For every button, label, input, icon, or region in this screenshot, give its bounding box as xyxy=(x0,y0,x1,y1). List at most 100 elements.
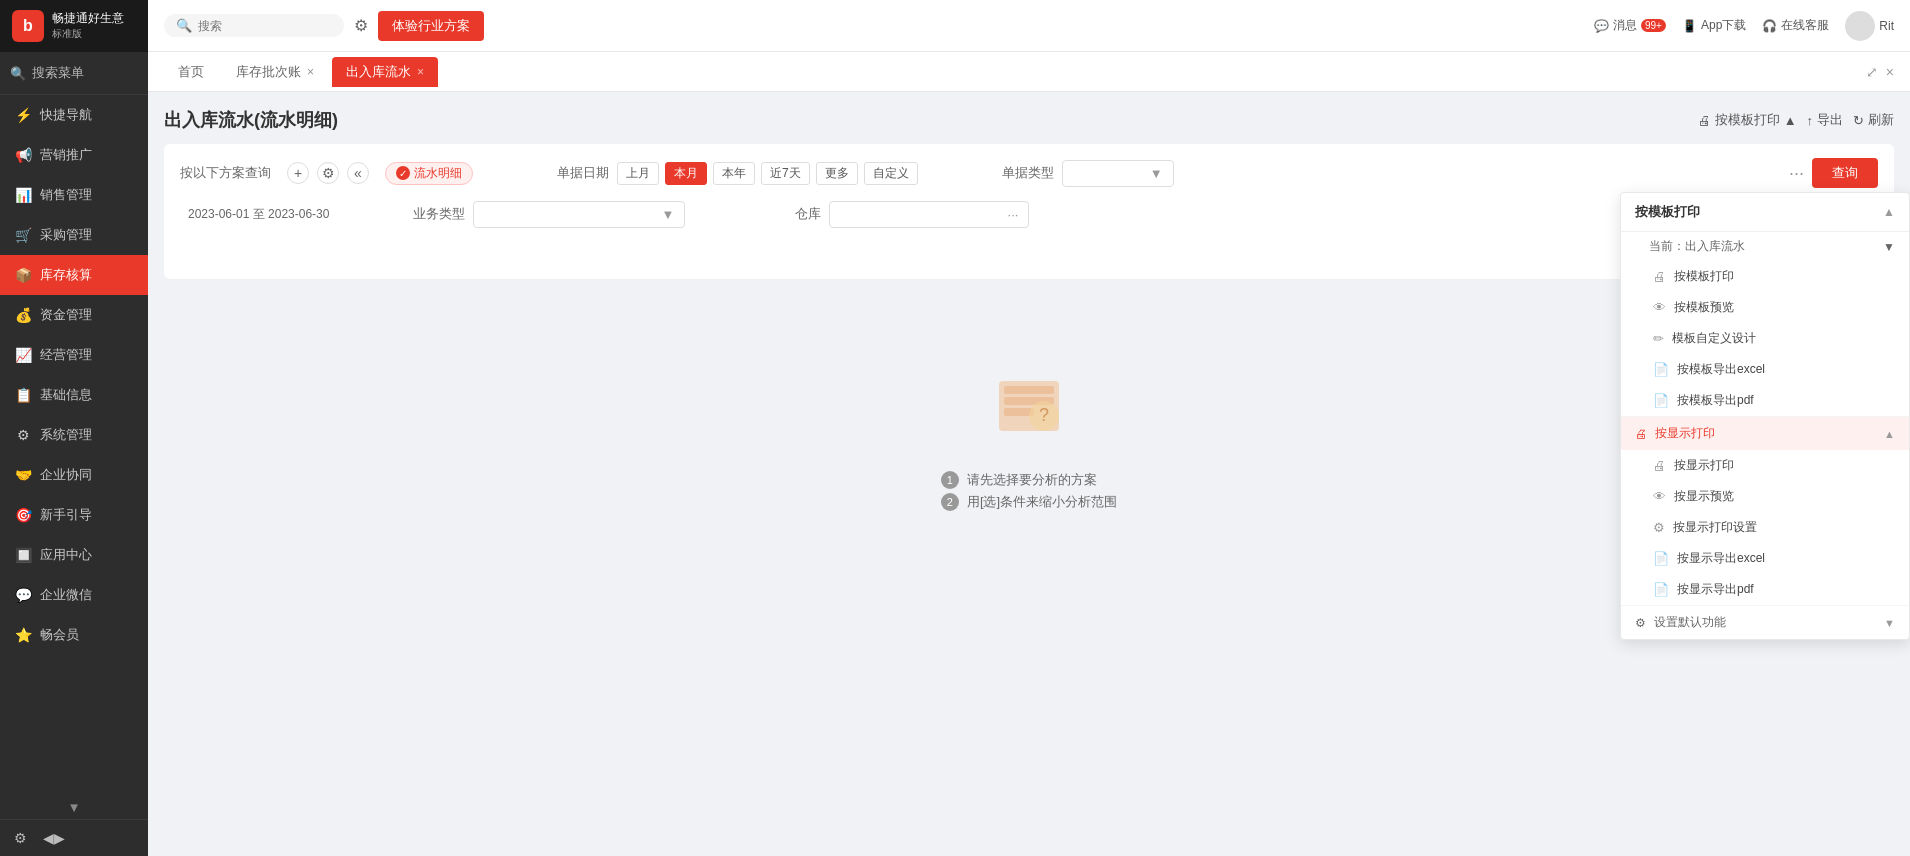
dropdown-display-preview[interactable]: 👁 按显示预览 xyxy=(1621,481,1909,512)
print-template-btn[interactable]: 🖨 按模板打印 ▲ xyxy=(1698,111,1797,129)
tab-maximize-btn[interactable]: ⤢ xyxy=(1866,64,1878,80)
dropdown-default-func[interactable]: ⚙ 设置默认功能 ▼ xyxy=(1621,606,1909,639)
app-download-btn[interactable]: 📱 App下载 xyxy=(1682,17,1746,34)
default-func-icon: ⚙ xyxy=(1635,616,1646,630)
date-btn-last-month[interactable]: 上月 xyxy=(617,162,659,185)
print-btn-chevron: ▲ xyxy=(1784,113,1797,128)
sidebar-item-system[interactable]: ⚙ 系统管理 xyxy=(0,415,148,455)
sidebar-item-inventory[interactable]: 📦 库存核算 xyxy=(0,255,148,295)
dropdown-collapse-icon[interactable]: ▲ xyxy=(1883,205,1895,219)
tab-flow[interactable]: 出入库流水 × xyxy=(332,57,438,87)
sidebar-scroll-down[interactable]: ▼ xyxy=(0,796,148,819)
filter-tag-icon: ✓ xyxy=(396,166,410,180)
filter-add-btn[interactable]: + xyxy=(287,162,309,184)
sidebar-item-app-center[interactable]: 🔲 应用中心 xyxy=(0,535,148,575)
tab-home[interactable]: 首页 xyxy=(164,57,218,87)
sidebar-item-operation[interactable]: 📈 经营管理 xyxy=(0,335,148,375)
display-section-chevron: ▲ xyxy=(1884,428,1895,440)
trial-btn[interactable]: 体验行业方案 xyxy=(378,11,484,41)
tab-close-all-btn[interactable]: × xyxy=(1886,64,1894,80)
tab-home-label: 首页 xyxy=(178,63,204,81)
filter-collapse-left-btn[interactable]: « xyxy=(347,162,369,184)
tab-batch-account-close[interactable]: × xyxy=(307,65,314,79)
tab-batch-account[interactable]: 库存批次账 × xyxy=(222,57,328,87)
sidebar-item-marketing[interactable]: 📢 营销推广 xyxy=(0,135,148,175)
topbar: 🔍 ⚙ 体验行业方案 💬 消息 99+ 📱 App下载 🎧 在线客服 Rit xyxy=(148,0,1910,52)
message-icon: 💬 xyxy=(1594,19,1609,33)
date-range-value: 2023-06-01 至 2023-06-30 xyxy=(188,206,329,223)
dropdown-template-custom[interactable]: ✏ 模板自定义设计 xyxy=(1621,323,1909,354)
finance-icon: 💰 xyxy=(14,307,32,323)
display-preview-icon: 👁 xyxy=(1653,489,1666,504)
wechat-icon: 💬 xyxy=(14,587,32,603)
sidebar-item-member[interactable]: ⭐ 畅会员 xyxy=(0,615,148,655)
sidebar-item-wechat[interactable]: 💬 企业微信 xyxy=(0,575,148,615)
template-excel-label: 按模板导出excel xyxy=(1677,361,1765,378)
sidebar-item-sales[interactable]: 📊 销售管理 xyxy=(0,175,148,215)
dropdown-template-excel[interactable]: 📄 按模板导出excel xyxy=(1621,354,1909,385)
sidebar-item-guide[interactable]: 🎯 新手引导 xyxy=(0,495,148,535)
topbar-search-box[interactable]: 🔍 xyxy=(164,14,344,37)
display-pdf-icon: 📄 xyxy=(1653,582,1669,597)
tip-text-1: 请先选择要分析的方案 xyxy=(967,471,1097,489)
sidebar-label-system: 系统管理 xyxy=(40,426,92,444)
refresh-btn[interactable]: ↻ 刷新 xyxy=(1853,111,1894,129)
user-area[interactable]: Rit xyxy=(1845,11,1894,41)
sidebar-item-quick-nav[interactable]: ⚡ 快捷导航 xyxy=(0,95,148,135)
purchase-icon: 🛒 xyxy=(14,227,32,243)
dropdown-display-print[interactable]: 🖨 按显示打印 xyxy=(1621,450,1909,481)
warehouse-select[interactable]: ··· xyxy=(829,201,1029,228)
print-dropdown-panel: 按模板打印 ▲ 当前：出入库流水 ▼ 🖨 按模板打印 👁 按模板预览 xyxy=(1620,192,1910,640)
main-area: 🔍 ⚙ 体验行业方案 💬 消息 99+ 📱 App下载 🎧 在线客服 Rit xyxy=(148,0,1910,856)
biz-type-group: 业务类型 ▼ xyxy=(385,201,685,228)
template-custom-label: 模板自定义设计 xyxy=(1672,330,1756,347)
dropdown-template-preview[interactable]: 👁 按模板预览 xyxy=(1621,292,1909,323)
date-btn-more[interactable]: 更多 xyxy=(816,162,858,185)
dropdown-chevrons: ▲ xyxy=(1883,205,1895,219)
sidebar-collapse-icon[interactable]: ◀▶ xyxy=(43,830,65,846)
dropdown-display-pdf[interactable]: 📄 按显示导出pdf xyxy=(1621,574,1909,605)
tab-flow-close[interactable]: × xyxy=(417,65,424,79)
dropdown-template-print[interactable]: 🖨 按模板打印 xyxy=(1621,261,1909,292)
doc-type-select[interactable]: ▼ xyxy=(1062,160,1174,187)
filter-settings-btn[interactable]: ⚙ xyxy=(317,162,339,184)
sidebar-item-finance[interactable]: 💰 资金管理 xyxy=(0,295,148,335)
dropdown-current-text: 当前：出入库流水 xyxy=(1649,238,1745,255)
biz-type-select[interactable]: ▼ xyxy=(473,201,685,228)
doc-type-group: 单据类型 ▼ xyxy=(974,160,1174,187)
display-settings-label: 按显示打印设置 xyxy=(1673,519,1757,536)
date-btn-this-year[interactable]: 本年 xyxy=(713,162,755,185)
topbar-gear-icon[interactable]: ⚙ xyxy=(354,16,368,35)
sidebar-item-purchase[interactable]: 🛒 采购管理 xyxy=(0,215,148,255)
sidebar-item-basic[interactable]: 📋 基础信息 xyxy=(0,375,148,415)
query-btn[interactable]: 查询 xyxy=(1812,158,1878,188)
online-service-btn[interactable]: 🎧 在线客服 xyxy=(1762,17,1829,34)
sidebar-item-enterprise[interactable]: 🤝 企业协同 xyxy=(0,455,148,495)
page-actions: 🖨 按模板打印 ▲ ↑ 导出 ↻ 刷新 xyxy=(1698,111,1894,129)
message-btn[interactable]: 💬 消息 99+ xyxy=(1594,17,1666,34)
operation-icon: 📈 xyxy=(14,347,32,363)
date-btn-custom[interactable]: 自定义 xyxy=(864,162,918,185)
date-label: 单据日期 xyxy=(529,164,609,182)
more-options-icon[interactable]: ··· xyxy=(1789,163,1804,184)
dropdown-template-pdf[interactable]: 📄 按模板导出pdf xyxy=(1621,385,1909,416)
search-menu-label: 搜索菜单 xyxy=(32,64,84,82)
sidebar-label-marketing: 营销推广 xyxy=(40,146,92,164)
empty-tips: 1 请先选择要分析的方案 2 用[选]条件来缩小分析范围 xyxy=(941,467,1117,515)
enterprise-icon: 🤝 xyxy=(14,467,32,483)
tip-text-2: 用[选]条件来缩小分析范围 xyxy=(967,493,1117,511)
dropdown-display-settings[interactable]: ⚙ 按显示打印设置 xyxy=(1621,512,1909,543)
display-print-header[interactable]: 🖨 按显示打印 ▲ xyxy=(1621,417,1909,450)
export-btn-label: 导出 xyxy=(1817,111,1843,129)
sidebar-settings-icon[interactable]: ⚙ xyxy=(14,830,27,846)
filter-flow-tag-label: 流水明细 xyxy=(414,165,462,182)
topbar-search-input[interactable] xyxy=(198,19,298,33)
export-btn[interactable]: ↑ 导出 xyxy=(1807,111,1844,129)
svg-rect-1 xyxy=(1004,386,1054,394)
filter-query-label: 按以下方案查询 xyxy=(180,164,271,182)
date-btn-this-month[interactable]: 本月 xyxy=(665,162,707,185)
dropdown-display-excel[interactable]: 📄 按显示导出excel xyxy=(1621,543,1909,574)
search-menu-button[interactable]: 🔍 搜索菜单 xyxy=(10,60,138,86)
date-btn-7days[interactable]: 近7天 xyxy=(761,162,810,185)
filter-flow-tag[interactable]: ✓ 流水明细 xyxy=(385,162,473,185)
